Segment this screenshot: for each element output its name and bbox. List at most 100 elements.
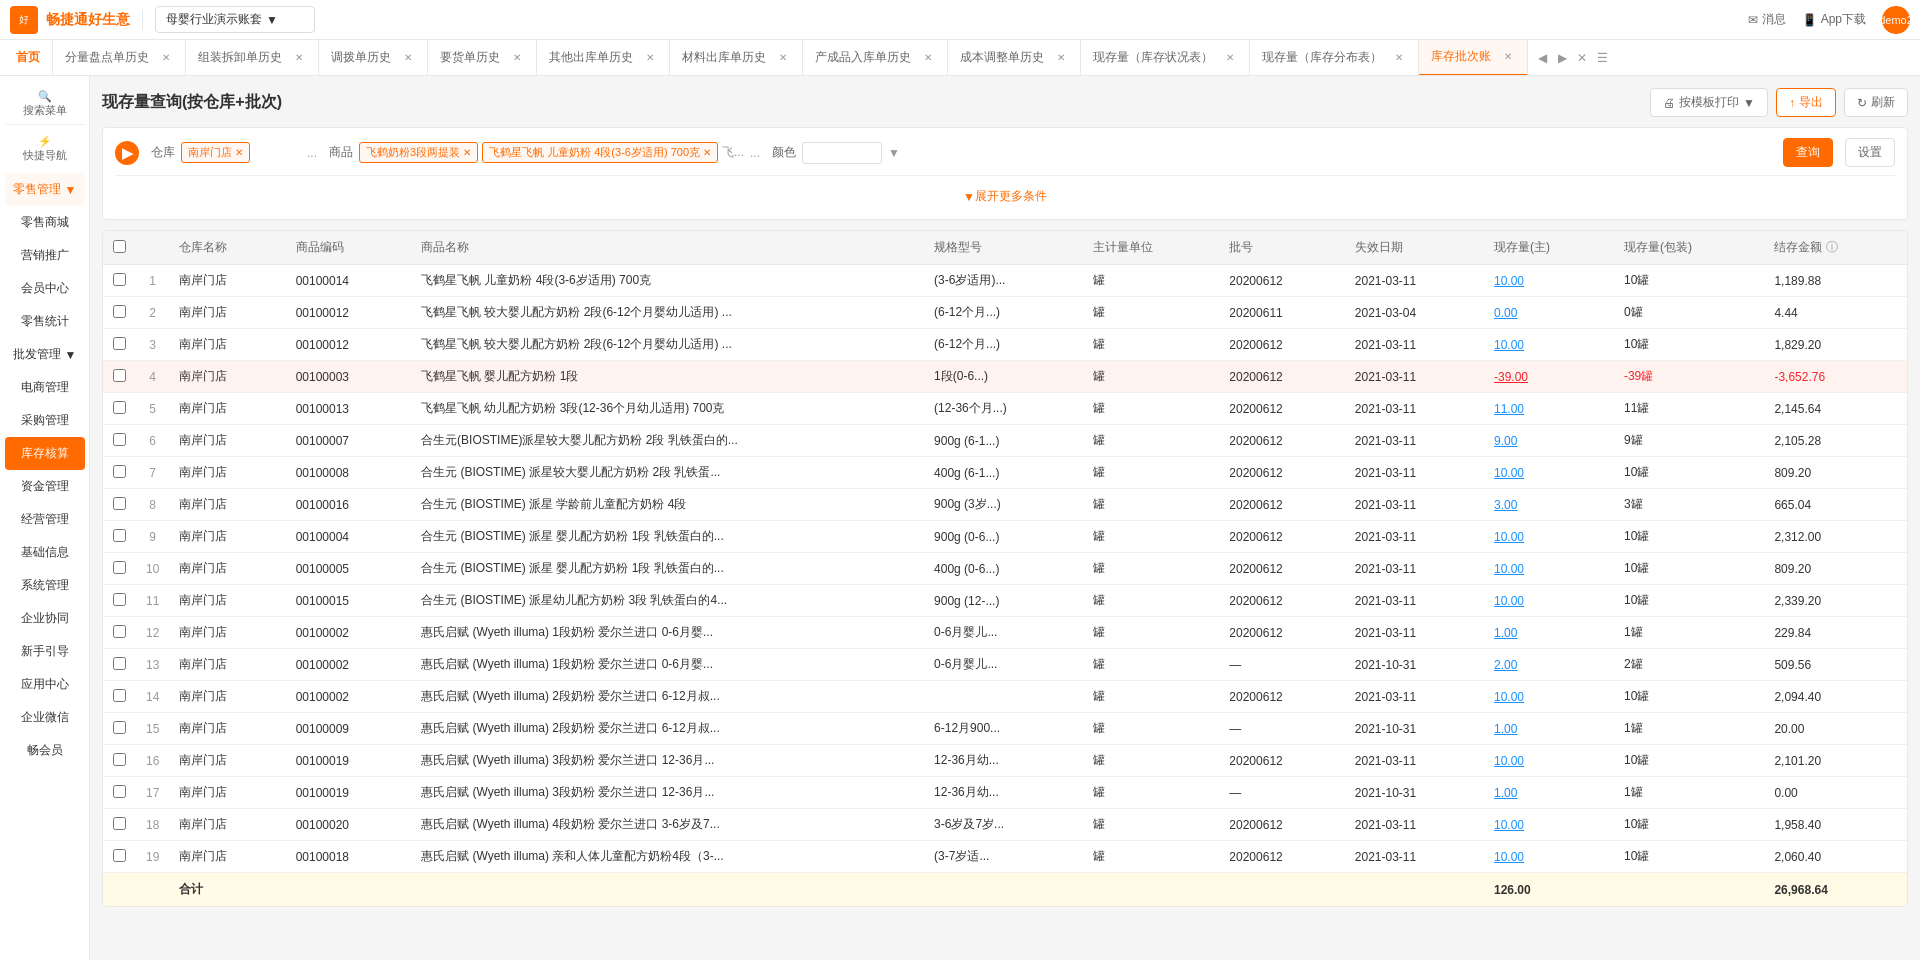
tab-close-icon[interactable]: ✕ (510, 51, 524, 64)
row-checkbox[interactable] (113, 753, 126, 766)
select-all-checkbox[interactable] (113, 240, 126, 253)
warehouse-selector[interactable]: 母婴行业演示账套 ▼ (155, 6, 315, 33)
nav-close-icon[interactable]: ✕ (1572, 48, 1592, 68)
row-checkbox[interactable] (113, 337, 126, 350)
tab-transfer-history[interactable]: 调拨单历史 ✕ (319, 40, 428, 76)
row-stock-main[interactable]: 10.00 (1484, 457, 1614, 489)
row-stock-main[interactable]: 10.00 (1484, 521, 1614, 553)
sidebar-item-basic[interactable]: 基础信息 (5, 536, 85, 569)
row-stock-main[interactable]: 1.00 (1484, 777, 1614, 809)
nav-menu-icon[interactable]: ☰ (1592, 48, 1612, 68)
row-checkbox[interactable] (113, 625, 126, 638)
filter-warehouse-tag[interactable]: 南岸门店 ✕ (181, 142, 250, 163)
filter-tag-close-icon[interactable]: ✕ (703, 147, 711, 158)
row-checkbox[interactable] (113, 689, 126, 702)
sidebar-item-guide[interactable]: 新手引导 (5, 635, 85, 668)
tab-stock-distribution[interactable]: 现存量（库存分布表） ✕ (1250, 40, 1419, 76)
row-stock-main[interactable]: 10.00 (1484, 329, 1614, 361)
tab-close-icon[interactable]: ✕ (921, 51, 935, 64)
sidebar-item-purchase[interactable]: 采购管理 (5, 404, 85, 437)
filter-tag-close-icon[interactable]: ✕ (235, 147, 243, 158)
tab-assembly-history[interactable]: 组装拆卸单历史 ✕ (186, 40, 319, 76)
row-stock-main[interactable]: 10.00 (1484, 745, 1614, 777)
tab-inventory-history[interactable]: 分量盘点单历史 ✕ (53, 40, 186, 76)
tab-cost-adjust-history[interactable]: 成本调整单历史 ✕ (948, 40, 1081, 76)
sidebar-item-member2[interactable]: 畅会员 (5, 734, 85, 767)
sidebar-item-retail-mall[interactable]: 零售商城 (5, 206, 85, 239)
row-stock-main[interactable]: 10.00 (1484, 265, 1614, 297)
tab-close-icon[interactable]: ✕ (159, 51, 173, 64)
row-checkbox[interactable] (113, 721, 126, 734)
sidebar-search[interactable]: 🔍 搜索菜单 (5, 84, 85, 125)
row-stock-main[interactable]: 10.00 (1484, 553, 1614, 585)
sidebar-item-member[interactable]: 会员中心 (5, 272, 85, 305)
tab-close-icon[interactable]: ✕ (292, 51, 306, 64)
row-stock-main[interactable]: 10.00 (1484, 681, 1614, 713)
sidebar-item-finance[interactable]: 资金管理 (5, 470, 85, 503)
tab-other-outbound-history[interactable]: 其他出库单历史 ✕ (537, 40, 670, 76)
tab-material-outbound-history[interactable]: 材料出库单历史 ✕ (670, 40, 803, 76)
row-checkbox[interactable] (113, 305, 126, 318)
row-checkbox[interactable] (113, 273, 126, 286)
query-button[interactable]: 查询 (1783, 138, 1833, 167)
sidebar-item-enterprise[interactable]: 企业协同 (5, 602, 85, 635)
sidebar-item-system[interactable]: 系统管理 (5, 569, 85, 602)
tab-requisition-history[interactable]: 要货单历史 ✕ (428, 40, 537, 76)
template-print-button[interactable]: 🖨 按模板打印 ▼ (1650, 88, 1768, 117)
tab-close-icon[interactable]: ✕ (1054, 51, 1068, 64)
row-stock-main[interactable]: 10.00 (1484, 841, 1614, 873)
row-stock-main[interactable]: 1.00 (1484, 617, 1614, 649)
row-stock-main[interactable]: 0.00 (1484, 297, 1614, 329)
sidebar-item-wholesale[interactable]: 批发管理 ▼ (5, 338, 85, 371)
filter-product-tag-0[interactable]: 飞鹤奶粉3段两提装 ✕ (359, 142, 478, 163)
sidebar-item-retail[interactable]: 零售管理 ▼ (5, 173, 85, 206)
sidebar-item-inventory[interactable]: 库存核算 (5, 437, 85, 470)
filter-expand-toggle[interactable]: ▼ 展开更多条件 (115, 184, 1895, 209)
tab-close-icon[interactable]: ✕ (776, 51, 790, 64)
refresh-button[interactable]: ↻ 刷新 (1844, 88, 1908, 117)
sidebar-item-marketing[interactable]: 营销推广 (5, 239, 85, 272)
row-stock-main[interactable]: 2.00 (1484, 649, 1614, 681)
row-checkbox[interactable] (113, 529, 126, 542)
row-checkbox[interactable] (113, 465, 126, 478)
row-checkbox[interactable] (113, 561, 126, 574)
row-checkbox[interactable] (113, 401, 126, 414)
nav-next-arrow[interactable]: ▶ (1552, 48, 1572, 68)
message-button[interactable]: ✉ 消息 (1748, 11, 1786, 28)
tab-close-icon[interactable]: ✕ (401, 51, 415, 64)
sidebar-item-operations[interactable]: 经营管理 (5, 503, 85, 536)
tab-close-icon[interactable]: ✕ (643, 51, 657, 64)
row-stock-main[interactable]: 3.00 (1484, 489, 1614, 521)
row-checkbox[interactable] (113, 593, 126, 606)
tab-home[interactable]: 首页 (4, 40, 53, 76)
row-checkbox[interactable] (113, 849, 126, 862)
app-download-button[interactable]: 📱 App下载 (1802, 11, 1866, 28)
tab-stock-status[interactable]: 现存量（库存状况表） ✕ (1081, 40, 1250, 76)
filter-tag-close-icon[interactable]: ✕ (463, 147, 471, 158)
row-checkbox[interactable] (113, 497, 126, 510)
filter-product-tag-1[interactable]: 飞鹤星飞帆 儿童奶粉 4段(3-6岁适用) 700克 ✕ (482, 142, 718, 163)
row-checkbox[interactable] (113, 785, 126, 798)
row-checkbox[interactable] (113, 657, 126, 670)
row-stock-main[interactable]: 10.00 (1484, 585, 1614, 617)
row-stock-main[interactable]: 1.00 (1484, 713, 1614, 745)
row-stock-main[interactable]: 9.00 (1484, 425, 1614, 457)
sidebar-quick-nav[interactable]: ⚡ 快捷导航 (5, 129, 85, 169)
row-stock-main[interactable]: 11.00 (1484, 393, 1614, 425)
sidebar-item-enterprise-wechat[interactable]: 企业微信 (5, 701, 85, 734)
tab-close-icon[interactable]: ✕ (1223, 51, 1237, 64)
row-checkbox[interactable] (113, 369, 126, 382)
sidebar-item-retail-stats[interactable]: 零售统计 (5, 305, 85, 338)
sidebar-item-ecommerce[interactable]: 电商管理 (5, 371, 85, 404)
row-stock-main[interactable]: 10.00 (1484, 809, 1614, 841)
row-stock-main[interactable]: -39.00 (1484, 361, 1614, 393)
settings-button[interactable]: 设置 (1845, 138, 1895, 167)
sidebar-item-app-center[interactable]: 应用中心 (5, 668, 85, 701)
row-checkbox[interactable] (113, 817, 126, 830)
tab-product-inbound-history[interactable]: 产成品入库单历史 ✕ (803, 40, 948, 76)
tab-close-icon[interactable]: ✕ (1392, 51, 1406, 64)
color-filter-input[interactable] (802, 142, 882, 164)
nav-prev-arrow[interactable]: ◀ (1532, 48, 1552, 68)
row-checkbox[interactable] (113, 433, 126, 446)
tab-batch-ledger[interactable]: 库存批次账 ✕ (1419, 40, 1528, 76)
